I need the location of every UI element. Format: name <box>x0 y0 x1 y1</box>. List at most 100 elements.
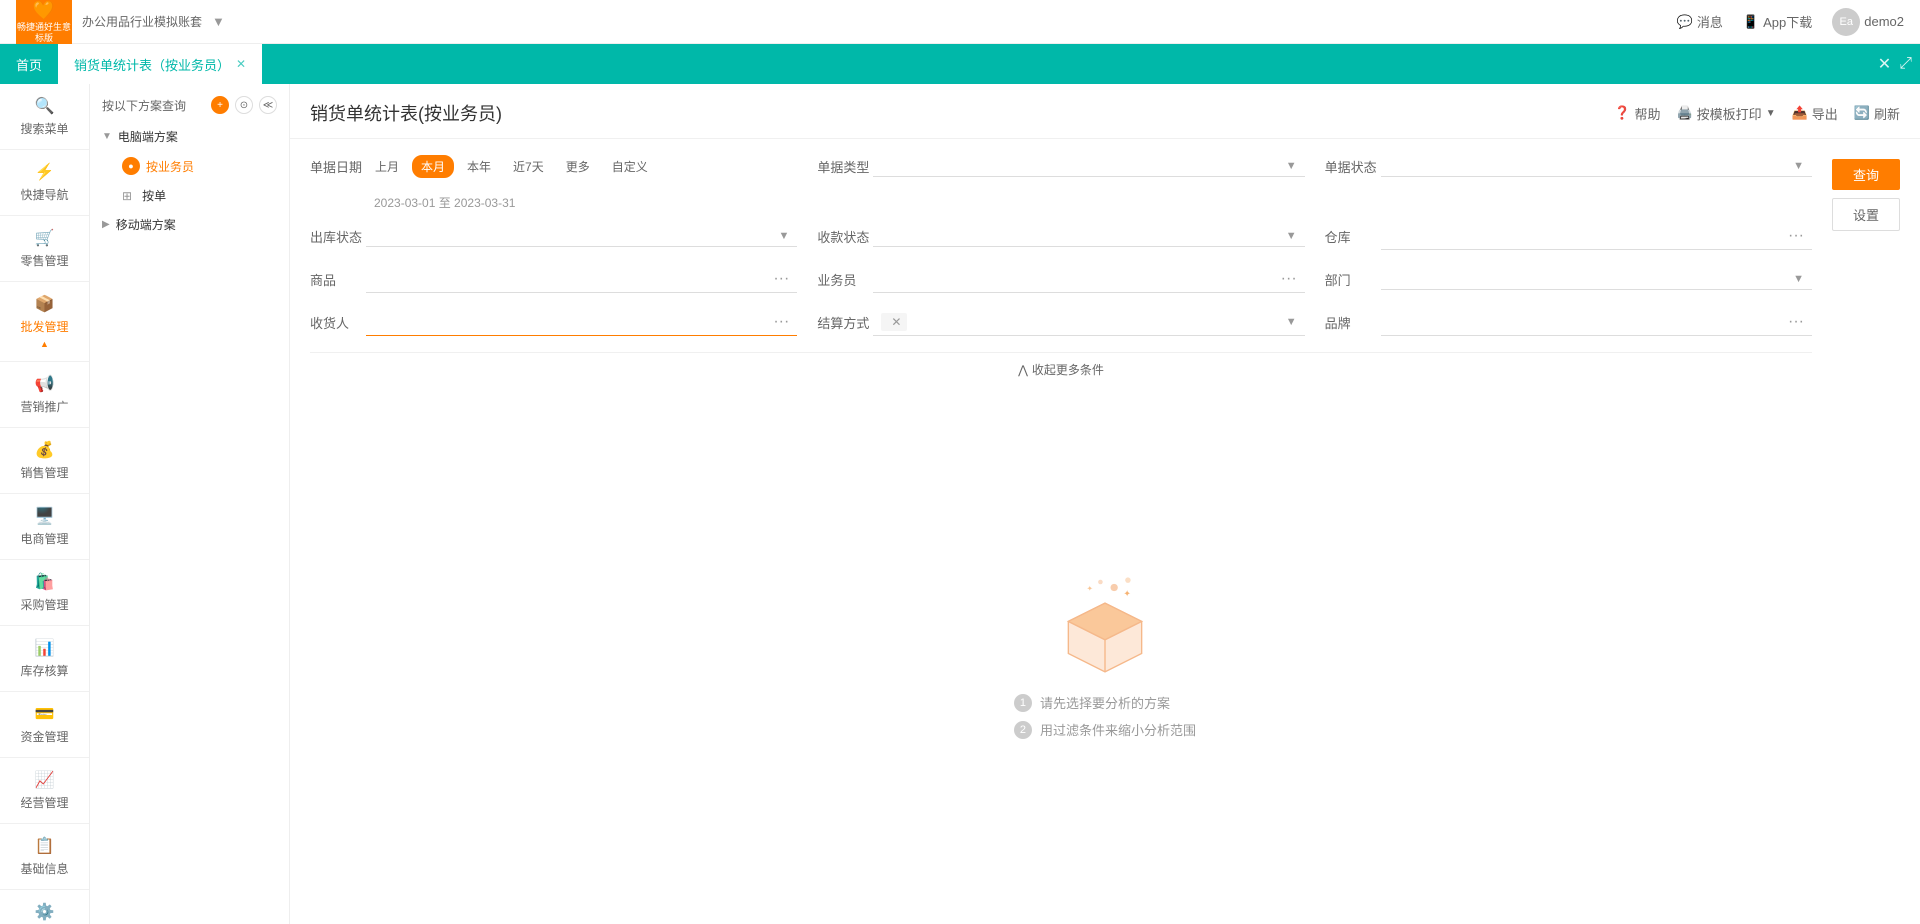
doc-status-control[interactable]: ▼ <box>1381 156 1812 177</box>
filter-grid: 单据日期 上月 本月 本年 近7天 更多 自定义 <box>310 155 1812 386</box>
tab-close-icon[interactable]: ✕ <box>236 57 246 71</box>
date-btn-7days[interactable]: 近7天 <box>504 155 553 178</box>
retail-icon: 🛒 <box>35 228 55 248</box>
message-icon: 💬 <box>1677 14 1693 30</box>
filter-row-4: 收货人 ··· 结算方式 ✕ <box>310 309 1812 336</box>
sidebar-item-inventory[interactable]: 📊 库存核算 <box>0 626 89 692</box>
svg-text:✦: ✦ <box>1087 584 1093 593</box>
out-status-chevron-icon: ▼ <box>778 230 789 242</box>
collapse-btn[interactable]: ⋀ 收起更多条件 <box>1018 361 1104 378</box>
settlement-control[interactable]: ✕ ▼ <box>873 309 1304 336</box>
main-layout: 🔍 搜索菜单 ⚡ 快捷导航 🛒 零售管理 📦 批发管理 ▲ 📢 营销推广 💰 销… <box>0 84 1920 924</box>
doc-type-chevron-icon: ▼ <box>1286 160 1297 172</box>
sidebar-search-label: 搜索菜单 <box>20 120 68 137</box>
settlement-clear-btn[interactable]: ✕ <box>891 315 901 329</box>
filter-row-3: 商品 ··· 业务员 ··· <box>310 266 1812 293</box>
sidebar-item-system[interactable]: ⚙️ 系统管理 <box>0 890 89 924</box>
salesperson-control[interactable]: ··· <box>873 266 1304 293</box>
tab-sales-stat-label: 销货单统计表（按业务员） <box>74 55 230 74</box>
app-download-nav-item[interactable]: 📱 App下载 <box>1743 12 1812 31</box>
brand-label: 品牌 <box>1325 313 1381 332</box>
tab-close-window-icon[interactable]: ✕ <box>1878 54 1891 74</box>
settings-btn[interactable]: 设置 <box>1832 198 1900 231</box>
sidebar-item-purchase[interactable]: 🛍️ 采购管理 <box>0 560 89 626</box>
sidebar-item-marketing[interactable]: 📢 营销推广 <box>0 362 89 428</box>
tab-home[interactable]: 首页 <box>0 44 58 84</box>
brand-control[interactable]: ··· <box>1381 309 1812 336</box>
print-btn[interactable]: 🖨️ 按模板打印 ▼ <box>1676 104 1775 123</box>
user-nav-item[interactable]: Ea demo2 <box>1832 8 1904 36</box>
sidebar-inventory-label: 库存核算 <box>20 662 68 679</box>
sidebar-item-ecom[interactable]: 🖥️ 电商管理 <box>0 494 89 560</box>
receiver-control[interactable]: ··· <box>366 309 797 336</box>
tab-bar-right: ✕ ⤢ <box>1878 54 1920 74</box>
receive-status-control[interactable]: ▼ <box>873 226 1304 247</box>
export-btn[interactable]: 📤 导出 <box>1792 104 1838 123</box>
finance-icon: 💳 <box>35 704 55 724</box>
warehouse-control[interactable]: ··· <box>1381 223 1812 250</box>
date-btn-this-year[interactable]: 本年 <box>458 155 500 178</box>
refresh-btn[interactable]: 🔄 刷新 <box>1854 104 1900 123</box>
tree-child-salesperson[interactable]: ● 按业务员 <box>90 151 289 181</box>
sidebar-purchase-label: 采购管理 <box>20 596 68 613</box>
purchase-icon: 🛍️ <box>35 572 55 592</box>
filter-salesperson: 业务员 ··· <box>817 266 1304 293</box>
department-control[interactable]: ▼ <box>1381 269 1812 290</box>
tree-item-mobile[interactable]: ▶ 移动端方案 <box>90 210 289 239</box>
date-range-text: 2023-03-01 至 2023-03-31 <box>374 196 515 210</box>
sidebar-operation-label: 经营管理 <box>20 794 68 811</box>
brand-dots-icon: ··· <box>1788 313 1804 331</box>
out-status-control[interactable]: ▼ <box>366 226 797 247</box>
salesperson-label: 业务员 <box>817 270 873 289</box>
top-nav-right: 💬 消息 📱 App下载 Ea demo2 <box>1677 8 1904 36</box>
query-btn[interactable]: 查询 <box>1832 159 1900 190</box>
collapse-panel-btn[interactable]: ≪ <box>259 96 277 114</box>
svg-text:✦: ✦ <box>1123 589 1131 599</box>
tab-sales-stat[interactable]: 销货单统计表（按业务员） ✕ <box>58 44 262 84</box>
export-label: 导出 <box>1812 104 1838 123</box>
breadcrumb-dropdown-icon[interactable]: ▼ <box>212 14 225 29</box>
sales-icon: 💰 <box>35 440 55 460</box>
logo[interactable]: 🧡 畅捷通好生意 标版 <box>16 0 72 44</box>
filter-settlement: 结算方式 ✕ ▼ <box>817 309 1304 336</box>
edit-scheme-btn[interactable]: ⊙ <box>235 96 253 114</box>
query-buttons: 查询 设置 <box>1832 155 1900 231</box>
filter-section: 单据日期 上月 本月 本年 近7天 更多 自定义 <box>290 139 1920 386</box>
export-icon: 📤 <box>1792 105 1808 121</box>
tree-salesperson-label: 按业务员 <box>146 158 194 175</box>
sidebar-item-wholesale[interactable]: 📦 批发管理 ▲ <box>0 282 89 362</box>
operation-icon: 📈 <box>35 770 55 790</box>
sidebar-marketing-label: 营销推广 <box>20 398 68 415</box>
left-panel-actions: + ⊙ ≪ <box>211 96 277 114</box>
filter-goods: 商品 ··· <box>310 266 797 293</box>
sidebar-item-retail[interactable]: 🛒 零售管理 <box>0 216 89 282</box>
date-btn-this-month[interactable]: 本月 <box>412 155 454 178</box>
filter-row-1: 单据日期 上月 本月 本年 近7天 更多 自定义 <box>310 155 1812 178</box>
tab-expand-icon[interactable]: ⤢ <box>1899 55 1912 73</box>
tree-item-desktop[interactable]: ▼ 电脑端方案 <box>90 122 289 151</box>
refresh-icon: 🔄 <box>1854 105 1870 121</box>
date-btn-last-month[interactable]: 上月 <box>366 155 408 178</box>
sidebar-item-basic[interactable]: 📋 基础信息 <box>0 824 89 890</box>
ecom-icon: 🖥️ <box>35 506 55 526</box>
filter-doc-status: 单据状态 ▼ <box>1325 156 1812 177</box>
doc-type-control[interactable]: ▼ <box>873 156 1304 177</box>
help-btn[interactable]: ❓ 帮助 <box>1614 104 1660 123</box>
warehouse-label: 仓库 <box>1325 227 1381 246</box>
goods-control[interactable]: ··· <box>366 266 797 293</box>
receive-status-chevron-icon: ▼ <box>1286 230 1297 242</box>
message-nav-item[interactable]: 💬 消息 <box>1677 12 1723 31</box>
receive-status-label: 收款状态 <box>817 227 873 246</box>
sidebar-item-quick[interactable]: ⚡ 快捷导航 <box>0 150 89 216</box>
sidebar-item-sales[interactable]: 💰 销售管理 <box>0 428 89 494</box>
sidebar-item-finance[interactable]: 💳 资金管理 <box>0 692 89 758</box>
sidebar-item-operation[interactable]: 📈 经营管理 <box>0 758 89 824</box>
empty-tips: 1 请先选择要分析的方案 2 用过滤条件来缩小分析范围 <box>1014 693 1196 739</box>
date-btn-more[interactable]: 更多 <box>557 155 599 178</box>
tree-child-order[interactable]: ⊞ 按单 <box>90 181 289 210</box>
add-scheme-btn[interactable]: + <box>211 96 229 114</box>
tip2-text: 用过滤条件来缩小分析范围 <box>1040 720 1196 739</box>
goods-dots-icon: ··· <box>773 270 789 288</box>
sidebar-item-search[interactable]: 🔍 搜索菜单 <box>0 84 89 150</box>
date-btn-custom[interactable]: 自定义 <box>603 155 657 178</box>
